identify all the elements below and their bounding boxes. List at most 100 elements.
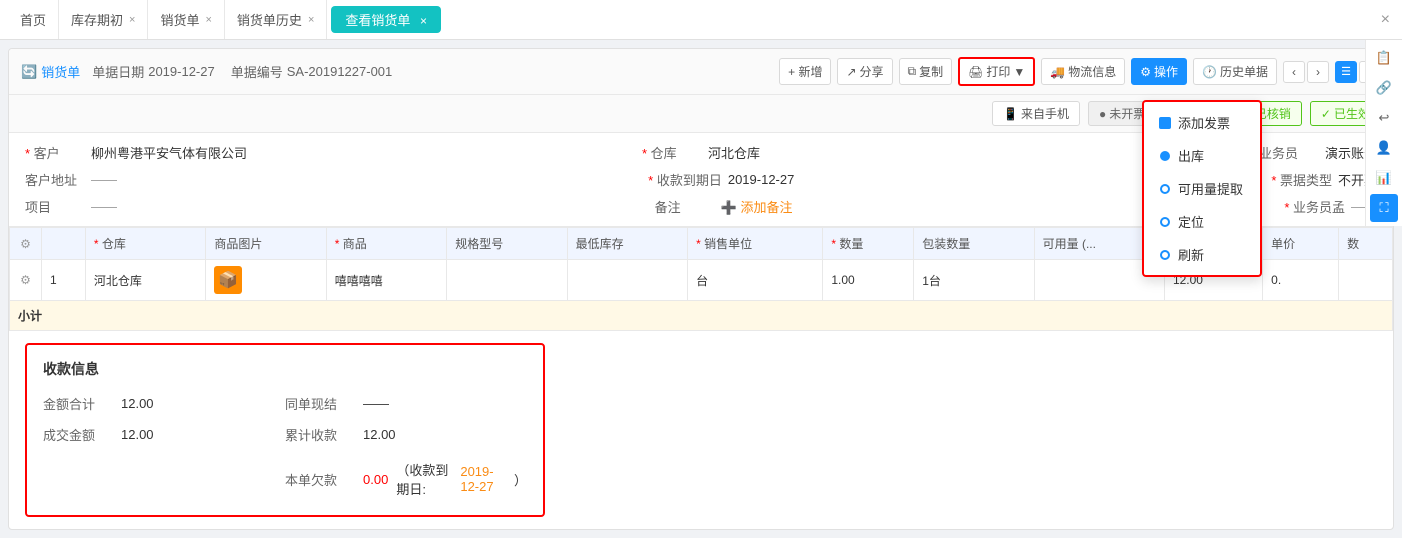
project-value: —— [91, 199, 117, 214]
doc-icon: 🔄 [21, 64, 37, 80]
window-close-button[interactable]: × [1381, 11, 1390, 29]
doc-title: 🔄 销货单 [21, 62, 80, 81]
customer-field: 客户 柳州粤港平安气体有限公司 [25, 143, 642, 162]
doc-date-value: 2019-12-27 [148, 64, 215, 79]
product-image: 📦 [214, 266, 242, 294]
print-button[interactable]: 🖨 打印 ▼ [958, 57, 1035, 86]
dropdown-available-qty[interactable]: 可用量提取 [1144, 172, 1260, 205]
col-gear: ⚙ [10, 228, 42, 260]
print-dropdown-arrow: ▼ [1013, 65, 1025, 79]
owe-label: 本单欠款 [285, 470, 355, 489]
owe-row: 本单欠款 0.00 （收款到期日: 2019-12-27 ） [285, 457, 527, 501]
right-panel: 📋 🔗 ↩ 👤 📊 ⛶ [1365, 40, 1402, 226]
phone-icon: 📱 [1003, 107, 1018, 121]
share-button[interactable]: ↗ 分享 [837, 58, 892, 85]
doc-meta: 单据日期 2019-12-27 单据编号 SA-20191227-001 [92, 62, 392, 81]
tab-sales-history[interactable]: 销货单历史 × [225, 0, 327, 39]
dropdown-locate[interactable]: 定位 [1144, 205, 1260, 238]
tab-sales-order[interactable]: 销货单 × [148, 0, 224, 39]
address-field: 客户地址 —— [25, 170, 648, 189]
total-row: 金额合计 12.00 [43, 391, 285, 416]
deal-amount-row: 成交金额 12.00 [43, 422, 285, 447]
col-price: 单价 [1263, 228, 1339, 260]
right-doc-icon[interactable]: 📋 [1370, 44, 1398, 72]
right-undo-icon[interactable]: ↩ [1370, 104, 1398, 132]
row-spec [447, 260, 567, 301]
col-product: 商品 [326, 228, 446, 260]
tab-inventory[interactable]: 库存期初 × [59, 0, 148, 39]
history-button[interactable]: 🕐 历史单据 [1193, 58, 1277, 85]
row-pkg-qty: 1台 [914, 260, 1034, 301]
same-order-value: —— [363, 396, 389, 411]
operation-button[interactable]: ⚙ 操作 [1131, 58, 1187, 85]
dropdown-out-warehouse[interactable]: 出库 [1144, 139, 1260, 172]
sales-staff-label: 业务员孟 [1284, 197, 1345, 216]
owe-note: （收款到期日: [396, 460, 452, 498]
col-img: 商品图片 [206, 228, 326, 260]
prev-button[interactable]: ‹ [1283, 61, 1305, 83]
row-product: 嘻嘻嘻嘻 [326, 260, 446, 301]
tab-check-sales[interactable]: 查看销货单 × [331, 6, 441, 33]
right-link-icon[interactable]: 🔗 [1370, 74, 1398, 102]
from-phone-button[interactable]: 📱 来自手机 [992, 101, 1080, 126]
col-spec: 规格型号 [447, 228, 567, 260]
close-tab-sales[interactable]: × [205, 14, 211, 26]
add-invoice-icon [1158, 116, 1172, 130]
deal-amount-value: 12.00 [121, 427, 154, 442]
warehouse-label: 仓库 [642, 143, 702, 162]
doc-header: 🔄 销货单 单据日期 2019-12-27 单据编号 SA-20191227-0… [9, 49, 1393, 95]
history-icon: 🕐 [1202, 65, 1217, 79]
doc-number-value: SA-20191227-001 [287, 64, 393, 79]
row-qty: 1.00 [823, 260, 914, 301]
close-tab-inventory[interactable]: × [129, 14, 135, 26]
row-min-stock [567, 260, 687, 301]
tab-home[interactable]: 首页 [8, 0, 59, 39]
owe-end: ） [514, 470, 527, 489]
owe-date: 2019-12-27 [460, 464, 506, 494]
doc-toolbar: + 新增 ↗ 分享 ⧉ 复制 🖨 打印 ▼ 🚚 物流信息 [779, 57, 1381, 86]
available-qty-icon [1158, 182, 1172, 196]
next-button[interactable]: › [1307, 61, 1329, 83]
list-view-btn[interactable]: ☰ [1335, 61, 1357, 83]
note-label: 备注 [655, 197, 715, 216]
print-icon: 🖨 [968, 65, 983, 79]
col-unit: 销售单位 [688, 228, 823, 260]
dropdown-refresh[interactable]: 刷新 [1144, 238, 1260, 271]
locate-icon [1158, 215, 1172, 229]
operation-dropdown: 添加发票 出库 可用量提取 定位 刷新 [1142, 100, 1262, 277]
add-note-link[interactable]: ➕ 添加备注 [721, 197, 793, 216]
right-user-icon[interactable]: 👤 [1370, 134, 1398, 162]
nav-arrows: ‹ › [1283, 61, 1329, 83]
address-label: 客户地址 [25, 170, 85, 189]
doc-number-label: 单据编号 SA-20191227-001 [231, 62, 393, 81]
subtotal-label: 小计 [10, 301, 1393, 331]
operation-icon: ⚙ [1140, 65, 1151, 79]
staff-label: 业务员 [1259, 143, 1319, 162]
doc-date-label: 单据日期 2019-12-27 [92, 62, 215, 81]
total-value: 12.00 [121, 396, 154, 411]
due-date-value: 2019-12-27 [728, 172, 795, 187]
row-warehouse: 河北仓库 [85, 260, 205, 301]
close-tab-sales-history[interactable]: × [308, 14, 314, 26]
logistics-button[interactable]: 🚚 物流信息 [1041, 58, 1125, 85]
cumulative-label: 累计收款 [285, 425, 355, 444]
total-label: 金额合计 [43, 394, 113, 413]
dropdown-add-invoice[interactable]: 添加发票 [1144, 106, 1260, 139]
col-no [42, 228, 86, 260]
customer-value: 柳州粤港平安气体有限公司 [91, 143, 247, 162]
row-gear[interactable]: ⚙ [10, 260, 42, 301]
payment-box: 收款信息 金额合计 12.00 同单现结 —— 成交金额 12.00 累计收款 … [25, 343, 545, 517]
copy-icon: ⧉ [908, 64, 917, 79]
ticket-type-label: 票据类型 [1271, 170, 1332, 189]
cumulative-value: 12.00 [363, 427, 396, 442]
due-date-label: 收款到期日 [648, 170, 722, 189]
right-chart-icon[interactable]: 📊 [1370, 164, 1398, 192]
close-tab-check-sales[interactable]: × [420, 14, 427, 28]
tab-bar: 首页 库存期初 × 销货单 × 销货单历史 × 查看销货单 × × [0, 0, 1402, 40]
new-button[interactable]: + 新增 [779, 58, 831, 85]
effective-icon: ✓ [1321, 107, 1331, 121]
right-expand-icon[interactable]: ⛶ [1370, 194, 1398, 222]
row-unit: 台 [688, 260, 823, 301]
payment-title: 收款信息 [43, 359, 527, 379]
copy-button[interactable]: ⧉ 复制 [899, 58, 953, 85]
